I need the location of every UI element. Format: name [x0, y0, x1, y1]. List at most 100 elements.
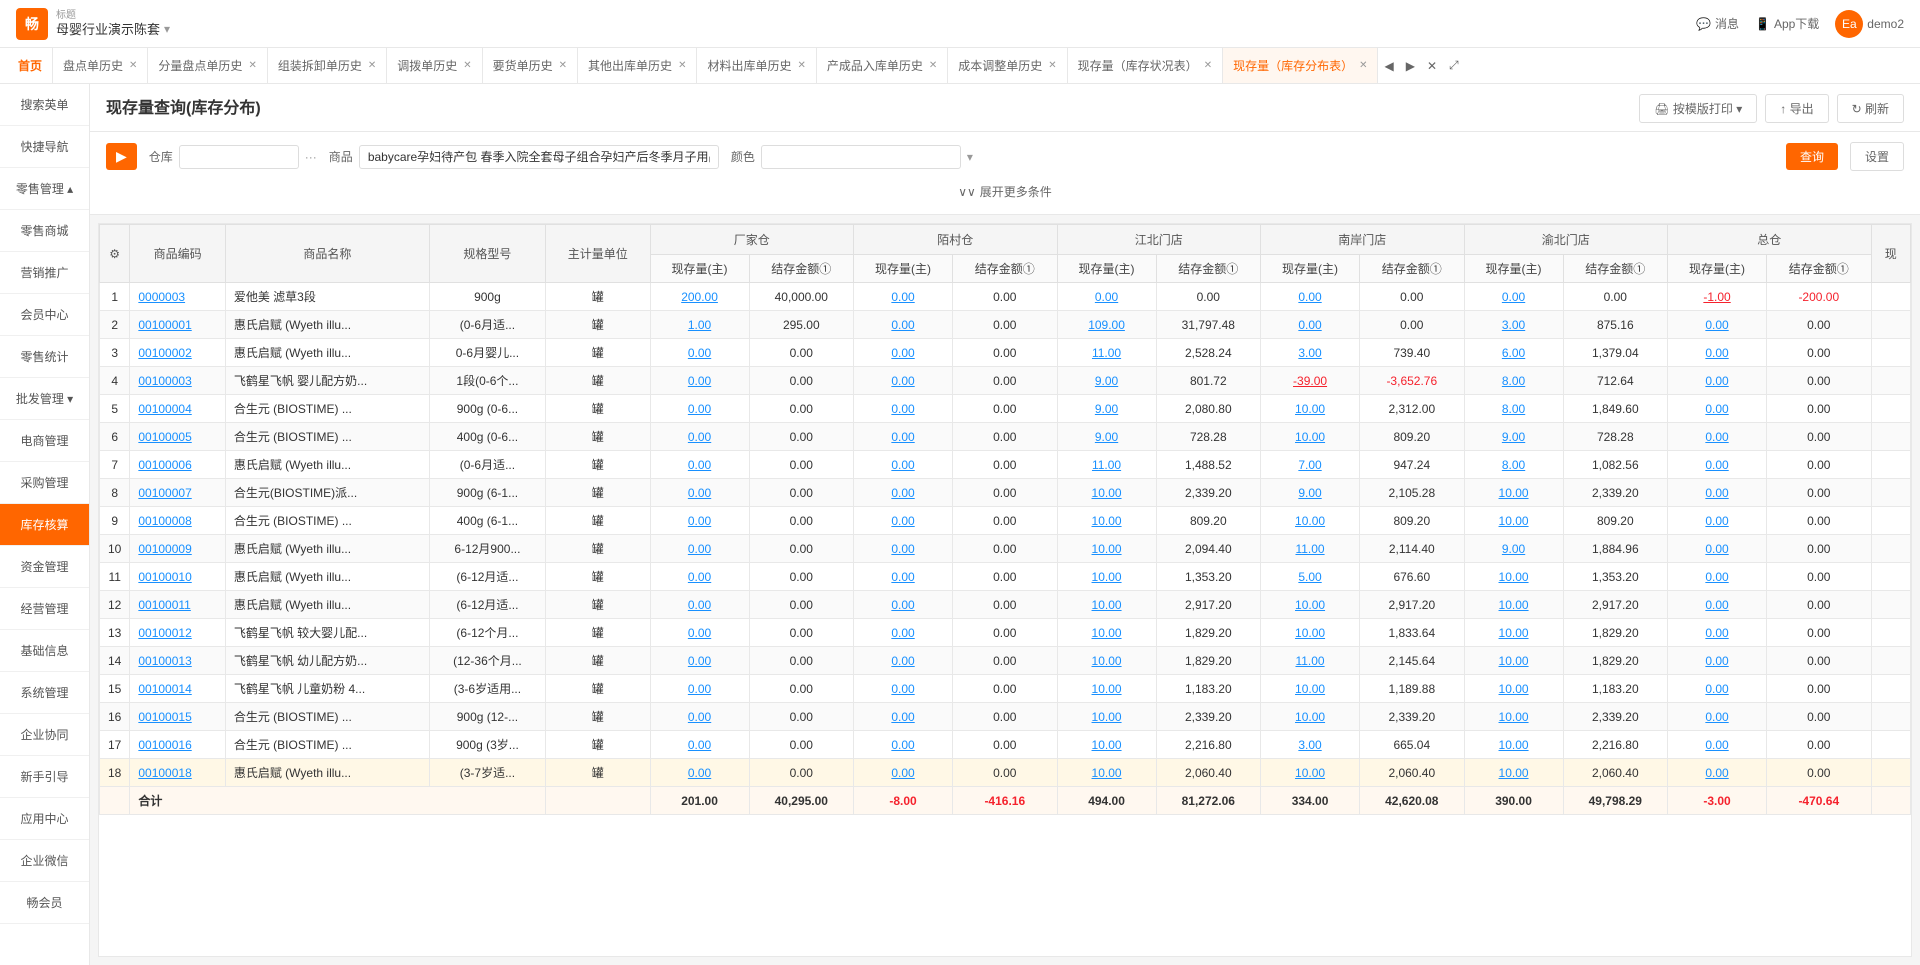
tab-close-icon[interactable]: ✕ [248, 60, 256, 71]
sidebar-item-system[interactable]: 系统管理 [0, 672, 89, 714]
print-btn[interactable]: 🖨 按模版打印 ▾ [1639, 94, 1757, 123]
tab-qitachu[interactable]: 其他出库单历史 ✕ [578, 48, 697, 84]
tab-close-all-btn[interactable]: ✕ [1421, 59, 1443, 73]
logo-dropdown-icon[interactable]: ▾ [164, 22, 170, 36]
row-mcc-amt: 0.00 [953, 563, 1057, 591]
sidebar-item-finance[interactable]: 资金管理 [0, 546, 89, 588]
sidebar-item-appcenter[interactable]: 应用中心 [0, 798, 89, 840]
row-cjc-amt: 0.00 [749, 591, 853, 619]
col-yubei-amt: 结存金额① [1563, 255, 1667, 283]
sidebar-item-wechat[interactable]: 企业微信 [0, 840, 89, 882]
tab-chengbentj[interactable]: 成本调整单历史 ✕ [948, 48, 1067, 84]
row-name: 飞鹤星飞帆 幼儿配方奶... [225, 647, 429, 675]
sidebar-item-wholesale[interactable]: 批发管理 ▾ [0, 378, 89, 420]
sidebar-item-retail[interactable]: 零售管理 ▴ [0, 168, 89, 210]
row-extra [1871, 675, 1910, 703]
tab-close-icon[interactable]: ✕ [559, 60, 567, 71]
refresh-icon: ↻ [1852, 102, 1862, 116]
tab-close-icon[interactable]: ✕ [929, 60, 937, 71]
row-spec: (6-12个月... [429, 619, 545, 647]
filter-toggle-btn[interactable]: ▶ [106, 143, 137, 170]
tab-close-icon[interactable]: ✕ [368, 60, 376, 71]
row-jb-amt: 809.20 [1156, 507, 1260, 535]
tab-yaohuo[interactable]: 要货单历史 ✕ [483, 48, 578, 84]
row-na-qty: 3.00 [1261, 339, 1360, 367]
sidebar-item-ecommerce[interactable]: 电商管理 [0, 420, 89, 462]
row-na-amt: 809.20 [1360, 423, 1464, 451]
sidebar-item-operations[interactable]: 经营管理 [0, 588, 89, 630]
tab-close-icon[interactable]: ✕ [1359, 60, 1367, 71]
export-btn[interactable]: ↑ 导出 [1765, 94, 1828, 123]
color-input[interactable] [761, 145, 961, 169]
setting-btn[interactable]: 设置 [1850, 142, 1904, 171]
sidebar-item-quicknav[interactable]: 快捷导航 [0, 126, 89, 168]
tab-close-icon[interactable]: ✕ [129, 60, 137, 71]
color-dropdown-icon[interactable]: ▾ [967, 150, 973, 164]
summary-label [100, 787, 130, 815]
tab-xiancunliang-fb[interactable]: 现存量（库存分布表）✕ [1223, 48, 1378, 84]
sidebar-item-member2[interactable]: 畅会员 [0, 882, 89, 924]
query-btn[interactable]: 查询 [1786, 143, 1838, 170]
row-jb-amt: 1,488.52 [1156, 451, 1260, 479]
tab-expand-btn[interactable]: ⤢ [1443, 58, 1465, 73]
gear-icon[interactable]: ⚙ [109, 247, 120, 261]
dots-icon[interactable]: ··· [305, 150, 317, 164]
tab-next-btn[interactable]: ▶ [1400, 59, 1421, 73]
row-na-amt: 947.24 [1360, 451, 1464, 479]
tab-fenpandian[interactable]: 分量盘点单历史 ✕ [148, 48, 267, 84]
row-spec: 400g (6-1... [429, 507, 545, 535]
col-mucunco-amt: 结存金额① [953, 255, 1057, 283]
row-unit: 罐 [546, 731, 650, 759]
sidebar-item-guide[interactable]: 新手引导 [0, 756, 89, 798]
row-code: 00100002 [130, 339, 225, 367]
sidebar-item-member[interactable]: 会员中心 [0, 294, 89, 336]
sidebar-item-purchase[interactable]: 采购管理 [0, 462, 89, 504]
tab-cailiao[interactable]: 材料出库单历史 ✕ [697, 48, 816, 84]
row-extra [1871, 479, 1910, 507]
warehouse-input[interactable] [179, 145, 299, 169]
col-group-jiangbei: 江北门店 [1057, 225, 1261, 255]
row-unit: 罐 [546, 339, 650, 367]
row-na-qty: -39.00 [1261, 367, 1360, 395]
row-code: 00100014 [130, 675, 225, 703]
tab-close-icon[interactable]: ✕ [1204, 60, 1212, 71]
page-title: 现存量查询(库存分布) [106, 94, 261, 118]
tab-prev-btn[interactable]: ◀ [1378, 59, 1399, 73]
row-no: 7 [100, 451, 130, 479]
app-download-btn[interactable]: 📱 App下载 [1755, 15, 1819, 32]
sidebar-item-marketing[interactable]: 营销推广 [0, 252, 89, 294]
table-row: 6 00100005 合生元 (BIOSTIME) ... 400g (0-6.… [100, 423, 1911, 451]
tab-xiancunliang-kz[interactable]: 现存量（库存状况表）✕ [1068, 48, 1223, 84]
tab-zuhe[interactable]: 组装拆卸单历史 ✕ [268, 48, 387, 84]
warehouse-filter: 仓库 ··· [149, 145, 317, 169]
col-group-mucunco: 陌村仓 [854, 225, 1058, 255]
tab-home[interactable]: 首页 [8, 48, 53, 84]
tab-close-icon[interactable]: ✕ [678, 60, 686, 71]
sidebar-item-inventory[interactable]: 库存核算 [0, 504, 89, 546]
product-input[interactable] [359, 145, 719, 169]
tab-close-icon[interactable]: ✕ [1048, 60, 1056, 71]
sidebar-item-retailmall[interactable]: 零售商城 [0, 210, 89, 252]
tab-pandian[interactable]: 盘点单历史 ✕ [53, 48, 148, 84]
row-jb-amt: 2,060.40 [1156, 759, 1260, 787]
sidebar-item-retailstat[interactable]: 零售统计 [0, 336, 89, 378]
tab-close-icon[interactable]: ✕ [797, 60, 805, 71]
sidebar-item-collab[interactable]: 企业协同 [0, 714, 89, 756]
refresh-btn[interactable]: ↻ 刷新 [1837, 94, 1904, 123]
tab-chengpin[interactable]: 产成品入库单历史 ✕ [817, 48, 948, 84]
expand-conditions-btn[interactable]: ∨∨ 展开更多条件 [950, 179, 1060, 204]
table-row: 18 00100018 惠氏启赋 (Wyeth illu... (3-7岁适..… [100, 759, 1911, 787]
tab-diaob[interactable]: 调拨单历史 ✕ [387, 48, 482, 84]
tab-close-icon[interactable]: ✕ [463, 60, 471, 71]
message-btn[interactable]: 💬 消息 [1696, 15, 1739, 32]
sidebar-item-search[interactable]: 搜索英单 [0, 84, 89, 126]
col-settings: ⚙ [100, 225, 130, 283]
sidebar: 搜索英单 快捷导航 零售管理 ▴ 零售商城 营销推广 会员中心 零售统计 批发管… [0, 84, 90, 965]
sidebar-item-basic[interactable]: 基础信息 [0, 630, 89, 672]
row-na-qty: 0.00 [1261, 311, 1360, 339]
user-area[interactable]: Ea demo2 [1835, 10, 1904, 38]
sum-na-amt: 42,620.08 [1360, 787, 1464, 815]
row-yb-amt: 1,082.56 [1563, 451, 1667, 479]
row-mcc-qty: 0.00 [854, 283, 953, 311]
col-nanan-qty: 现存量(主) [1261, 255, 1360, 283]
